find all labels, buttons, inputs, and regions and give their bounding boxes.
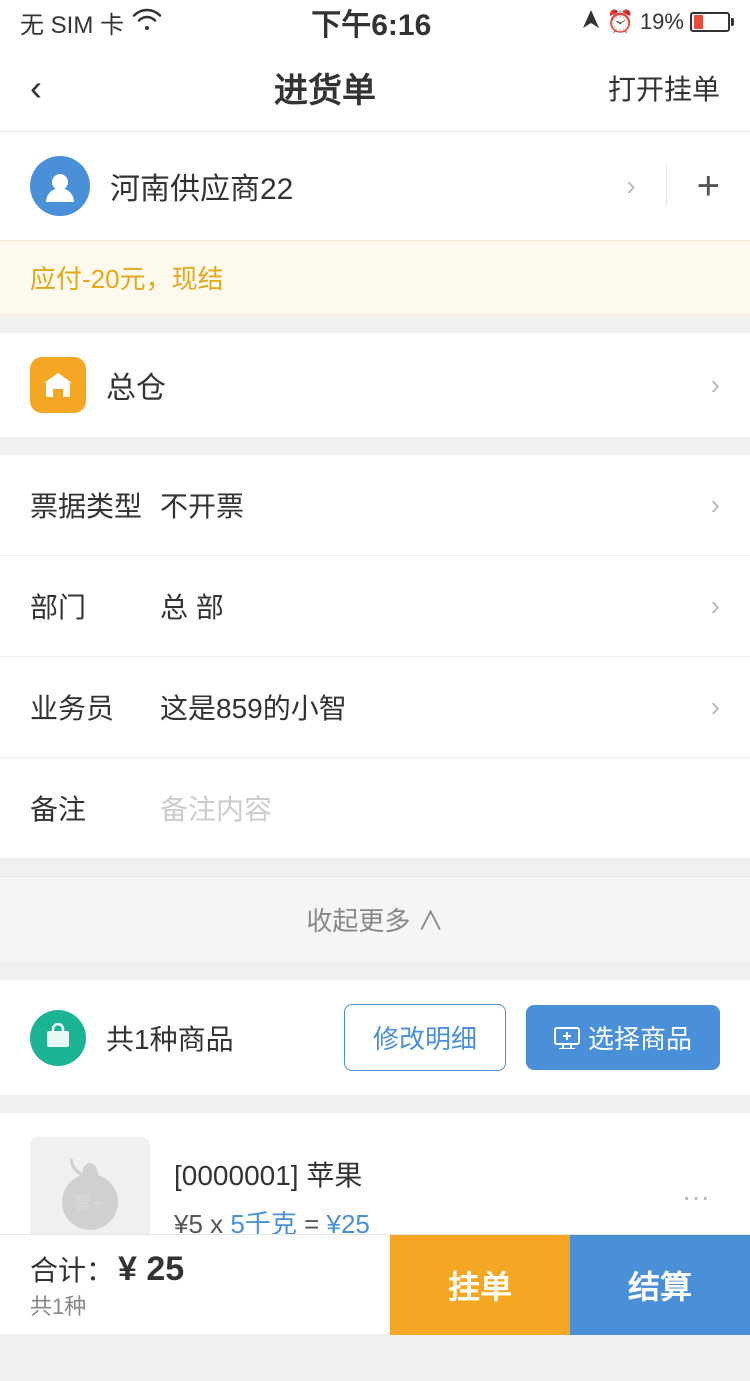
remark-row[interactable]: 备注 备注内容 [0, 758, 750, 858]
form-section: 票据类型 不开票 › 部门 总 部 › 业务员 这是859的小智 › 备注 备注… [0, 455, 750, 858]
product-count-icon [30, 1010, 86, 1066]
status-time: 下午6:16 [311, 0, 431, 44]
open-hang-button[interactable]: 打开挂单 [608, 68, 720, 108]
edit-detail-button[interactable]: 修改明细 [344, 1004, 506, 1071]
supplier-chevron-icon: › [626, 170, 635, 202]
product-info: [0000001] 苹果 ¥5 x 5千克 = ¥25 [174, 1154, 648, 1241]
total-section: 合计： ¥ 25 共1种 [0, 1249, 390, 1321]
salesperson-chevron-icon: › [711, 691, 720, 723]
total-count: 共1种 [30, 1289, 360, 1321]
product-more-button[interactable]: ··· [672, 1171, 720, 1223]
product-thumb-icon: 智+ [50, 1157, 130, 1237]
remark-label: 备注 [30, 788, 160, 828]
invoice-type-row[interactable]: 票据类型 不开票 › [0, 455, 750, 556]
status-bar: 无 SIM 卡 下午6:16 ⏰ 19% [0, 0, 750, 44]
checkout-button[interactable]: 结算 [570, 1235, 750, 1335]
wifi-icon [132, 8, 162, 37]
warehouse-section[interactable]: 总仓 › [0, 333, 750, 437]
status-left: 无 SIM 卡 [20, 5, 162, 40]
invoice-type-label: 票据类型 [30, 485, 160, 525]
warehouse-name: 总仓 [106, 363, 711, 407]
select-product-button[interactable]: 选择商品 [526, 1005, 720, 1070]
nav-bar: ‹ 进货单 打开挂单 [0, 44, 750, 132]
department-chevron-icon: › [711, 590, 720, 622]
info-banner: 应付-20元，现结 [0, 240, 750, 315]
product-name: [0000001] 苹果 [174, 1154, 648, 1194]
status-right: ⏰ 19% [581, 8, 730, 36]
select-product-label: 选择商品 [588, 1019, 692, 1056]
page-title: 进货单 [274, 63, 376, 112]
supplier-section: 河南供应商22 › + 应付-20元，现结 [0, 132, 750, 315]
back-button[interactable]: ‹ [30, 67, 42, 109]
supplier-row[interactable]: 河南供应商22 › + [0, 132, 750, 240]
salesperson-row[interactable]: 业务员 这是859的小智 › [0, 657, 750, 758]
product-title-name: 苹果 [306, 1160, 362, 1191]
bottom-bar: 合计： ¥ 25 共1种 挂单 结算 [0, 1234, 750, 1334]
product-count-text: 共1种商品 [106, 1018, 324, 1058]
total-label: 合计： [30, 1249, 114, 1289]
supplier-avatar [30, 156, 90, 216]
invoice-type-value: 不开票 [160, 485, 711, 525]
collapse-more-button[interactable]: 收起更多 ∧ [0, 876, 750, 962]
battery-icon [690, 12, 730, 32]
location-icon [581, 8, 601, 36]
invoice-type-chevron-icon: › [711, 489, 720, 521]
total-amount: ¥ 25 [118, 1250, 184, 1289]
collapse-more-label: 收起更多 ∧ [306, 906, 443, 936]
salesperson-label: 业务员 [30, 687, 160, 727]
hang-button[interactable]: 挂单 [390, 1235, 570, 1335]
add-supplier-button[interactable]: + [697, 164, 720, 209]
product-header: 共1种商品 修改明细 选择商品 [0, 980, 750, 1095]
supplier-name: 河南供应商22 [110, 164, 626, 208]
salesperson-value: 这是859的小智 [160, 687, 711, 727]
product-code: [0000001] [174, 1160, 299, 1191]
warehouse-chevron-icon: › [711, 369, 720, 401]
remark-input[interactable]: 备注内容 [160, 788, 720, 828]
warehouse-icon [30, 357, 86, 413]
info-text: 应付-20元，现结 [30, 264, 224, 294]
department-row[interactable]: 部门 总 部 › [0, 556, 750, 657]
battery-percent: 19% [640, 9, 684, 35]
carrier-text: 无 SIM 卡 [20, 5, 124, 40]
alarm-icon: ⏰ [607, 9, 634, 35]
divider [666, 166, 667, 206]
department-label: 部门 [30, 586, 160, 626]
warehouse-row[interactable]: 总仓 › [0, 333, 750, 437]
svg-text:智+: 智+ [74, 1193, 103, 1213]
department-value: 总 部 [160, 586, 711, 626]
